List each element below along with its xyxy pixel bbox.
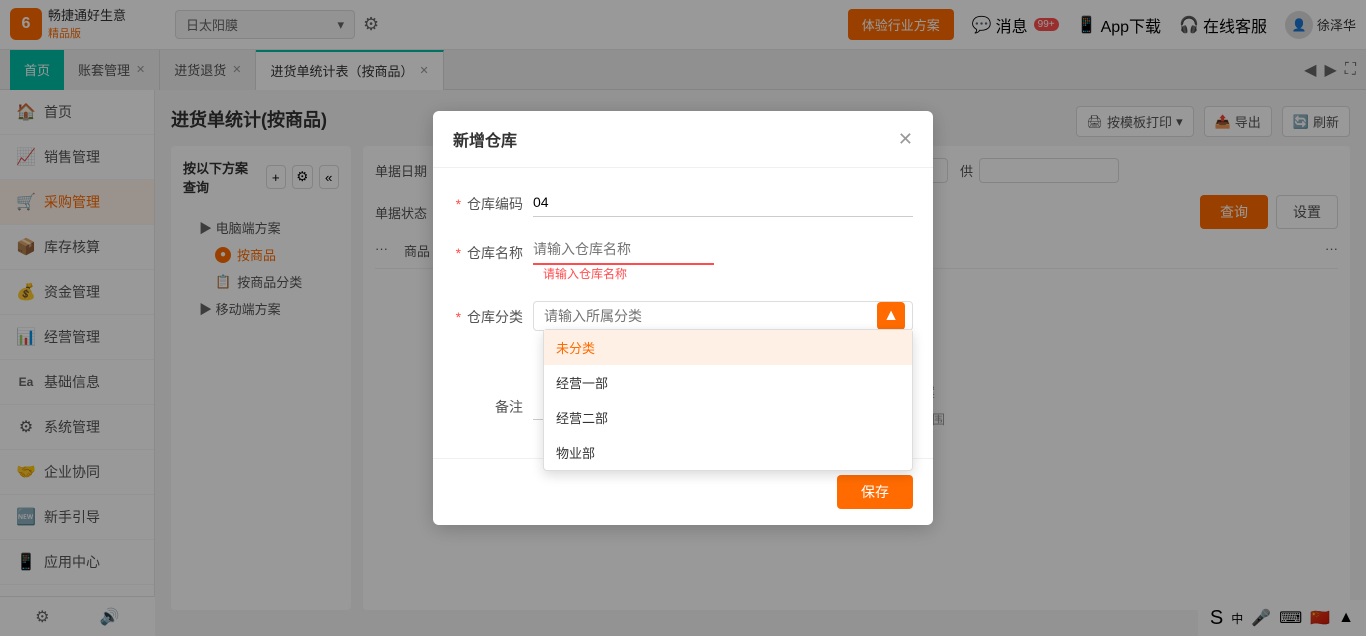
name-error-msg: 请输入仓库名称 [543, 267, 627, 281]
category-label: * 仓库分类 [453, 301, 533, 327]
save-button[interactable]: 保存 [837, 475, 913, 509]
name-error-container: 请输入仓库名称 [453, 265, 627, 283]
category-input-wrap: ▲ [533, 301, 913, 331]
dropdown-item-uncategorized[interactable]: 未分类 [544, 330, 912, 365]
modal-close-button[interactable]: ✕ [898, 129, 913, 150]
code-input[interactable] [533, 188, 913, 217]
name-input[interactable] [533, 235, 714, 265]
category-dropdown: 未分类 经营一部 经营二部 物业部 [543, 329, 913, 471]
modal-header: 新增仓库 ✕ [433, 111, 933, 168]
dropdown-item-dept3[interactable]: 物业部 [544, 435, 912, 470]
dropdown-item-dept2[interactable]: 经营二部 [544, 400, 912, 435]
modal-body: * 仓库编码 * 仓库名称 请输入仓库名称 [433, 168, 933, 458]
required-mark-category: * [456, 309, 461, 325]
modal-overlay: 新增仓库 ✕ * 仓库编码 * 仓库名称 [0, 0, 1366, 636]
note-label: 备注 [453, 391, 533, 417]
code-label: * 仓库编码 [453, 188, 533, 214]
name-label: * 仓库名称 [453, 237, 533, 263]
required-mark-name: * [456, 245, 461, 261]
dropdown-item-dept1[interactable]: 经营一部 [544, 365, 912, 400]
code-field-row: * 仓库编码 [453, 188, 913, 217]
add-warehouse-modal: 新增仓库 ✕ * 仓库编码 * 仓库名称 [433, 111, 933, 525]
modal-title: 新增仓库 [453, 127, 517, 151]
required-mark-code: * [456, 196, 461, 212]
category-input[interactable] [533, 301, 913, 331]
category-toggle-button[interactable]: ▲ [877, 302, 905, 330]
name-field-row: * 仓库名称 请输入仓库名称 [453, 235, 913, 283]
category-field-row: * 仓库分类 ▲ 未分类 经营一部 经营二部 物业部 [453, 301, 913, 331]
